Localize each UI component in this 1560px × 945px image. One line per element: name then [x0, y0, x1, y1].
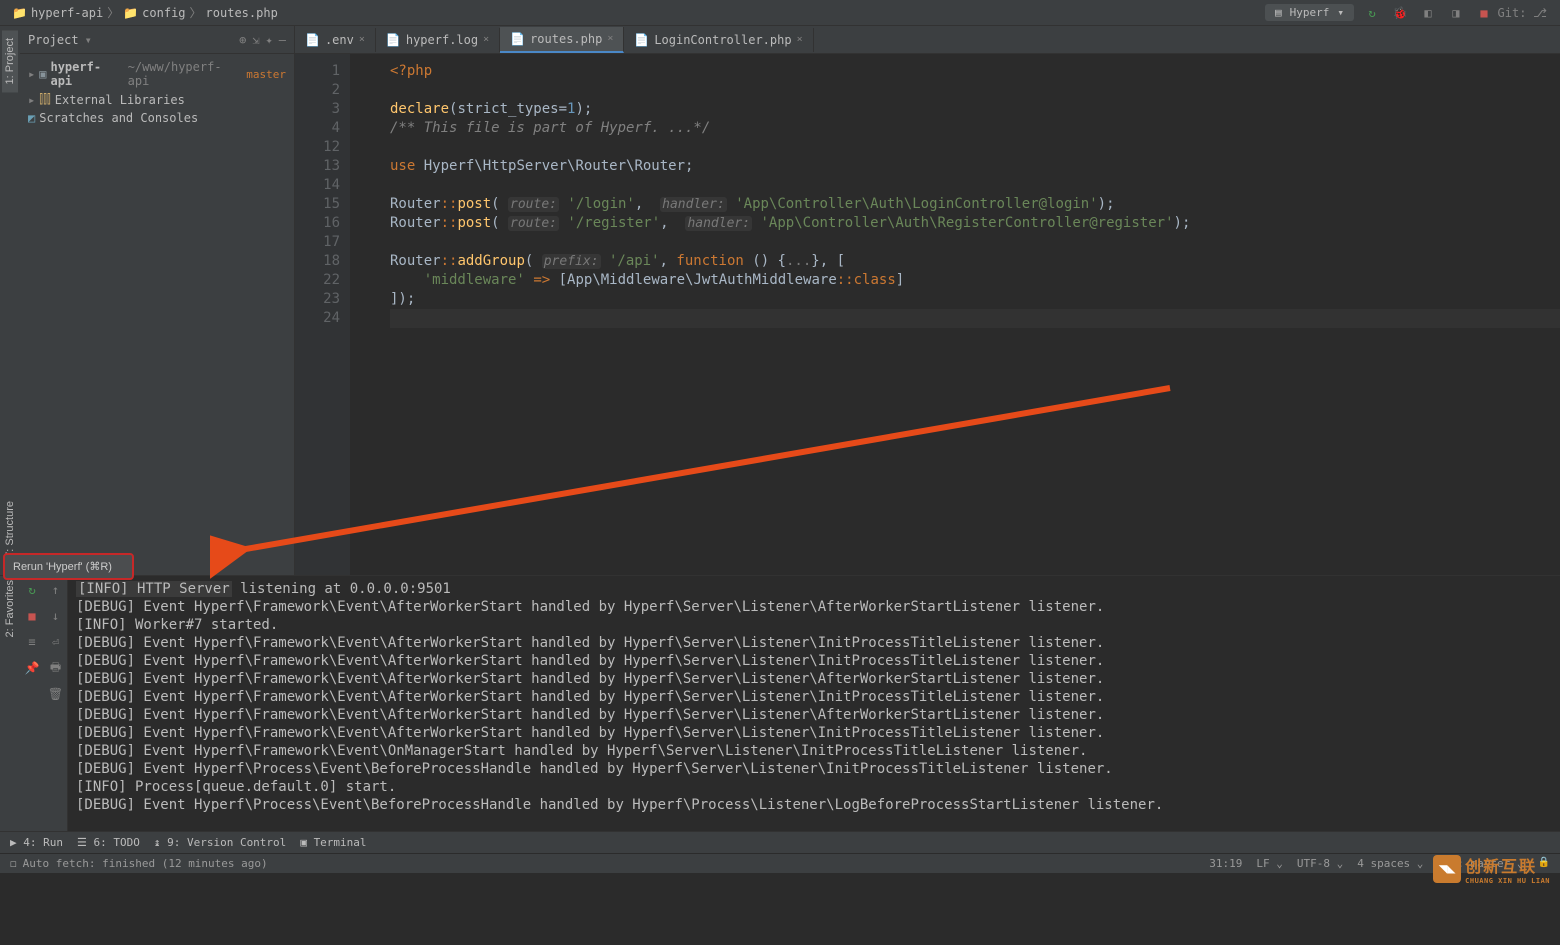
chevron-down-icon[interactable]: ▾: [85, 33, 92, 47]
rerun-icon[interactable]: ↻: [24, 582, 40, 598]
profile-icon[interactable]: ◨: [1448, 5, 1464, 21]
editor-pane: 📄.env× 📄hyperf.log× 📄routes.php× 📄LoginC…: [295, 26, 1560, 575]
tab-login-controller[interactable]: 📄LoginController.php×: [624, 28, 813, 52]
stop-icon[interactable]: ■: [1476, 5, 1492, 21]
code-editor[interactable]: 123412131415161718222324 <?php declare(s…: [295, 54, 1560, 575]
status-encoding[interactable]: UTF-8 ⌄: [1297, 857, 1343, 870]
tab-routes-php[interactable]: 📄routes.php×: [500, 27, 624, 53]
bottom-bar: ▶ 4: Run ☰ 6: TODO ↨ 9: Version Control …: [0, 831, 1560, 853]
main-area: Project ▾ ⊕ ⇲ ✦ — ▸ ▣ hyperf-api ~/www/h…: [0, 26, 1560, 575]
close-icon[interactable]: ×: [483, 34, 489, 45]
tab-hyperf-log[interactable]: 📄hyperf.log×: [376, 28, 500, 52]
folder-icon: 📁: [12, 6, 27, 20]
chevron-down-icon: ▾: [1337, 6, 1344, 19]
breadcrumb-item[interactable]: config: [142, 6, 185, 20]
project-tree[interactable]: ▸ ▣ hyperf-api ~/www/hyperf-api master ▸…: [20, 54, 294, 131]
status-line-ending[interactable]: LF ⌄: [1256, 857, 1283, 870]
pin-icon[interactable]: 📌: [24, 660, 40, 676]
file-icon: 📄: [305, 33, 320, 47]
pause-icon[interactable]: ≡: [24, 634, 40, 650]
toolbar-right: ▤ Hyperf ▾ ↻ 🐞 ◧ ◨ ■ Git: ⎇: [1265, 4, 1550, 21]
breadcrumb-item[interactable]: routes.php: [206, 6, 278, 20]
tree-root[interactable]: ▸ ▣ hyperf-api ~/www/hyperf-api master: [20, 58, 294, 90]
hammer-icon: ▤: [1275, 6, 1282, 19]
bottom-tab-terminal[interactable]: ▣ Terminal: [300, 836, 366, 849]
project-panel-title: Project: [28, 33, 79, 47]
watermark: ◥◣ 创新互联 CHUANG XIN HU LIAN: [1433, 853, 1550, 885]
tab-env[interactable]: 📄.env×: [295, 28, 376, 52]
status-fetch: Auto fetch: finished (12 minutes ago): [23, 857, 268, 870]
project-panel-header: Project ▾ ⊕ ⇲ ✦ —: [20, 26, 294, 54]
hide-icon[interactable]: —: [279, 33, 286, 47]
code-body[interactable]: <?php declare(strict_types=1);/** This f…: [350, 54, 1560, 575]
tree-external-libraries[interactable]: ▸ ⫿⫿⫿ External Libraries: [20, 90, 294, 109]
navigation-bar: 📁 hyperf-api 〉 📁 config 〉 routes.php ▤ H…: [0, 0, 1560, 26]
chevron-right-icon: ▸: [28, 67, 35, 81]
status-indent[interactable]: 4 spaces ⌄: [1357, 857, 1423, 870]
print-icon[interactable]: 🖶: [48, 660, 64, 676]
run-config-selector[interactable]: ▤ Hyperf ▾: [1265, 4, 1354, 21]
bottom-tab-todo[interactable]: ☰ 6: TODO: [77, 836, 140, 849]
gear-icon[interactable]: ✦: [266, 33, 273, 47]
console-toolbar-primary: ↻ ■ ≡ 📌: [20, 576, 44, 831]
close-icon[interactable]: ×: [797, 34, 803, 45]
console-toolbar-secondary: ↑ ↓ ⏎ 🖶 🗑: [44, 576, 68, 831]
select-opened-file-icon[interactable]: ⊕: [239, 33, 246, 47]
stop-icon[interactable]: ■: [24, 608, 40, 624]
file-icon: 📄: [634, 33, 649, 47]
status-bar: ◻ Auto fetch: finished (12 minutes ago) …: [0, 853, 1560, 873]
file-icon: 📄: [510, 32, 525, 46]
editor-tabs: 📄.env× 📄hyperf.log× 📄routes.php× 📄LoginC…: [295, 26, 1560, 54]
file-icon: 📄: [386, 33, 401, 47]
status-cursor[interactable]: 31:19: [1209, 857, 1242, 870]
sidebar-tab-project[interactable]: 1: Project: [2, 30, 18, 92]
debug-icon[interactable]: 🐞: [1392, 5, 1408, 21]
tree-scratches[interactable]: ◩ Scratches and Consoles: [20, 109, 294, 127]
chevron-right-icon: 〉: [190, 4, 202, 21]
close-icon[interactable]: ×: [607, 33, 613, 44]
coverage-icon[interactable]: ◧: [1420, 5, 1436, 21]
wrap-icon[interactable]: ⏎: [48, 634, 64, 650]
close-icon[interactable]: ×: [359, 34, 365, 45]
bottom-tab-vcs[interactable]: ↨ 9: Version Control: [154, 836, 286, 849]
expand-icon[interactable]: ⇲: [252, 33, 259, 47]
trash-icon[interactable]: 🗑: [48, 686, 64, 702]
chevron-right-icon: ▸: [28, 93, 35, 107]
bottom-tab-run[interactable]: ▶ 4: Run: [10, 836, 63, 849]
sidebar-tab-favorites[interactable]: 2: Favorites: [2, 572, 18, 645]
folder-icon: ▣: [39, 67, 46, 81]
run-icon[interactable]: ↻: [1364, 5, 1380, 21]
down-icon[interactable]: ↓: [48, 608, 64, 624]
project-tool-window: Project ▾ ⊕ ⇲ ✦ — ▸ ▣ hyperf-api ~/www/h…: [20, 26, 295, 575]
up-icon[interactable]: ↑: [48, 582, 64, 598]
git-branch-icon[interactable]: ⎇: [1532, 5, 1548, 21]
status-indicator-icon: ◻: [10, 857, 17, 870]
console-output[interactable]: [INFO] HTTP Server listening at 0.0.0.0:…: [68, 576, 1560, 831]
line-gutter: 123412131415161718222324: [295, 54, 350, 575]
rerun-tooltip: Rerun 'Hyperf' (⌘R): [3, 553, 134, 580]
scratch-icon: ◩: [28, 111, 35, 125]
folder-icon: 📁: [123, 6, 138, 20]
watermark-icon: ◥◣: [1433, 855, 1461, 883]
chevron-right-icon: 〉: [107, 4, 119, 21]
library-icon: ⫿⫿⫿: [39, 92, 51, 107]
git-label: Git:: [1504, 5, 1520, 21]
breadcrumb-item[interactable]: hyperf-api: [31, 6, 103, 20]
run-tool-window: ↻ ■ ≡ 📌 ↑ ↓ ⏎ 🖶 🗑 [INFO] HTTP Server lis…: [0, 575, 1560, 831]
